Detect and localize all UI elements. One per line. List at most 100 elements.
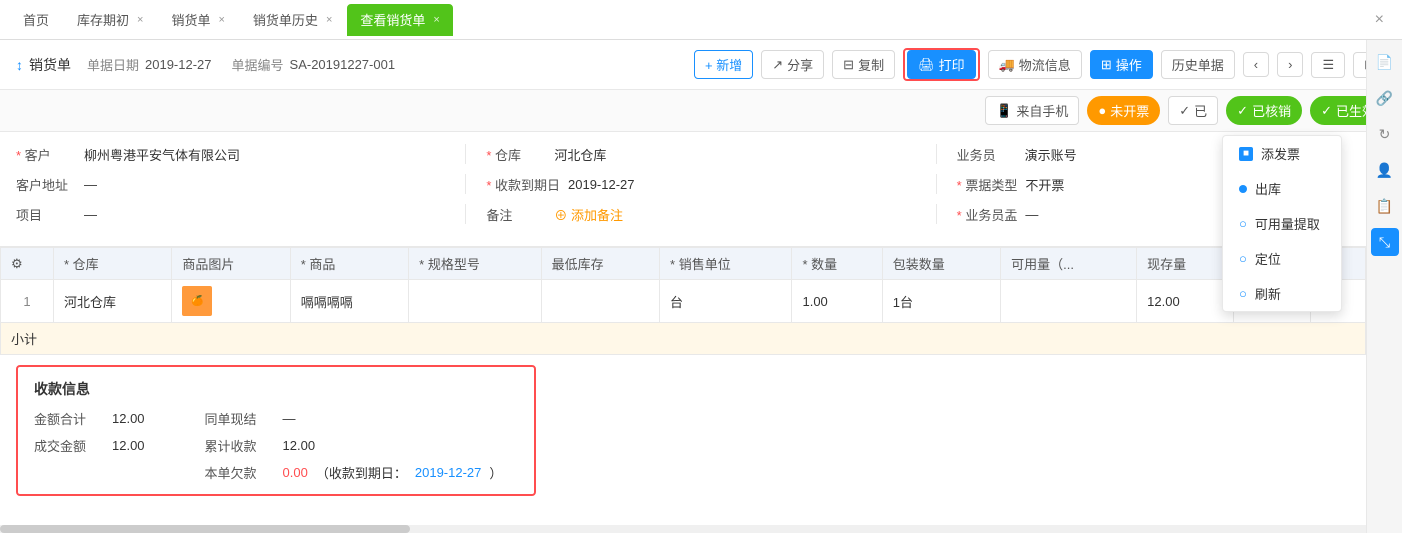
doc-header: ↕ 销货单 单据日期 2019-12-27 单据编号 SA-20191227-0… bbox=[0, 40, 1402, 90]
share-icon: ↗ bbox=[772, 57, 783, 73]
divider-5 bbox=[465, 204, 466, 224]
amount-total-item: 金额合计 12.00 bbox=[34, 409, 145, 428]
tab-sales-history-close[interactable]: × bbox=[326, 14, 332, 26]
remark-field: 备注 ⊕ 添加备注 bbox=[486, 205, 915, 224]
tab-view-sales[interactable]: 查看销货单 × bbox=[347, 4, 452, 36]
td-current: 12.00 bbox=[1137, 280, 1234, 323]
from-phone-label: 来自手机 bbox=[1016, 101, 1068, 120]
dropdown-add-invoice[interactable]: ■ 添发票 bbox=[1223, 136, 1341, 171]
tab-inventory-label: 库存期初 bbox=[77, 10, 129, 29]
th-qty: * 数量 bbox=[792, 248, 882, 280]
dropdown-refresh[interactable]: ○ 刷新 bbox=[1223, 276, 1341, 311]
refresh-label: 刷新 bbox=[1255, 284, 1281, 303]
tab-inventory-close[interactable]: × bbox=[137, 14, 143, 26]
effective-icon: ✓ bbox=[1321, 103, 1332, 119]
tab-bar: 首页 库存期初 × 销货单 × 销货单历史 × 查看销货单 × × bbox=[0, 0, 1402, 40]
sidebar-icon-4[interactable]: 👤 bbox=[1371, 156, 1399, 184]
dropdown-menu: ■ 添发票 出库 ○ 可用量提取 ○ 定位 ○ 刷新 bbox=[1222, 135, 1342, 312]
from-phone-button[interactable]: 📱 来自手机 bbox=[985, 96, 1079, 125]
sidebar-icon-1[interactable]: 📄 bbox=[1371, 48, 1399, 76]
td-pack-qty: 1台 bbox=[882, 280, 1000, 323]
th-spec: * 规格型号 bbox=[409, 248, 541, 280]
address-label: 客户地址 bbox=[16, 175, 76, 194]
project-label: 项目 bbox=[16, 205, 76, 224]
tab-sales[interactable]: 销货单 × bbox=[158, 4, 237, 36]
doc-actions: + 新增 ↗ 分享 ⊟ 复制 🖨 打印 🚚 bbox=[694, 48, 1386, 81]
dropdown-locate[interactable]: ○ 定位 bbox=[1223, 241, 1341, 276]
cancelled-button[interactable]: ✓ 已核销 bbox=[1226, 96, 1302, 125]
salesperson-value: 演示账号 bbox=[1025, 145, 1077, 164]
not-open-button[interactable]: ● 未开票 bbox=[1087, 96, 1160, 125]
doc-number-value: SA-20191227-001 bbox=[290, 57, 396, 72]
doc-title-text: 销货单 bbox=[29, 55, 71, 75]
not-open-label: 未开票 bbox=[1110, 101, 1149, 120]
dropdown-outbound[interactable]: 出库 bbox=[1223, 171, 1341, 206]
print-label: 打印 bbox=[939, 55, 965, 74]
print-icon: 🖨 bbox=[918, 57, 935, 73]
history-button[interactable]: 历史单据 bbox=[1161, 50, 1235, 79]
tab-inventory[interactable]: 库存期初 × bbox=[64, 4, 156, 36]
dropdown-available-qty[interactable]: ○ 可用量提取 bbox=[1223, 206, 1341, 241]
sidebar-icon-2[interactable]: 🔗 bbox=[1371, 84, 1399, 112]
td-unit: 台 bbox=[660, 280, 792, 323]
bottom-section: 收款信息 金额合计 12.00 成交金额 12.00 bbox=[0, 355, 1402, 496]
tab-sales-history[interactable]: 销货单历史 × bbox=[240, 4, 345, 36]
payment-info-title: 收款信息 bbox=[34, 379, 518, 399]
salesperson-label: 业务员 bbox=[957, 145, 1017, 164]
form-row-2: 客户地址 — 收款到期日 2019-12-27 票据类型 不开票 bbox=[16, 174, 1386, 194]
invoice-icon: ■ bbox=[1239, 147, 1253, 161]
transaction-item: 成交金额 12.00 bbox=[34, 436, 145, 455]
owed-item: 本单欠款 0.00 （收款到期日： 2019-12-27 ） bbox=[205, 463, 503, 482]
check-button[interactable]: ✓ 已 bbox=[1168, 96, 1218, 125]
sidebar-icon-6[interactable]: ⤡ bbox=[1371, 228, 1399, 256]
same-order-value: — bbox=[283, 411, 296, 426]
address-field: 客户地址 — bbox=[16, 175, 445, 194]
cumulative-value: 12.00 bbox=[283, 438, 316, 453]
due-date-label: 收款到期日 bbox=[486, 175, 560, 194]
tab-sales-history-label: 销货单历史 bbox=[253, 10, 318, 29]
main-area: ↕ 销货单 单据日期 2019-12-27 单据编号 SA-20191227-0… bbox=[0, 40, 1402, 533]
truck-icon: 🚚 bbox=[999, 57, 1015, 73]
add-remark-button[interactable]: ⊕ 添加备注 bbox=[554, 205, 623, 224]
copy-button[interactable]: ⊟ 复制 bbox=[832, 50, 895, 79]
action-bar: 📱 来自手机 ● 未开票 ✓ 已 ✓ 已核销 ✓ 已生效 bbox=[0, 90, 1402, 132]
tab-view-sales-close[interactable]: × bbox=[433, 14, 439, 26]
print-button[interactable]: 🖨 打印 bbox=[907, 50, 976, 79]
salesperson2-label: 业务员盂 bbox=[957, 205, 1018, 224]
next-button[interactable]: › bbox=[1277, 52, 1303, 77]
copy-icon: ⊟ bbox=[843, 57, 854, 73]
salesperson2-value: — bbox=[1025, 207, 1038, 222]
table-header-row: ⚙ * 仓库 商品图片 * 商品 * 规格型号 最低库存 * 销售单位 * 数量… bbox=[1, 248, 1366, 280]
owed-value: 0.00 bbox=[283, 465, 308, 480]
sidebar-icon-3[interactable]: ↻ bbox=[1371, 120, 1399, 148]
customer-label: 客户 bbox=[16, 145, 76, 164]
tab-home[interactable]: 首页 bbox=[10, 4, 62, 36]
view-list-button[interactable]: ☰ bbox=[1311, 52, 1345, 78]
td-qty: 1.00 bbox=[792, 280, 882, 323]
operate-label: 操作 bbox=[1116, 55, 1142, 74]
tab-sales-close[interactable]: × bbox=[218, 14, 224, 26]
add-button[interactable]: + 新增 bbox=[694, 50, 753, 79]
logistics-button[interactable]: 🚚 物流信息 bbox=[988, 50, 1082, 79]
payment-info-highlight: 收款信息 金额合计 12.00 成交金额 12.00 bbox=[16, 365, 536, 496]
prev-button[interactable]: ‹ bbox=[1243, 52, 1269, 77]
subtotal-label: 小计 bbox=[1, 323, 1366, 355]
cancelled-label: 已核销 bbox=[1252, 101, 1291, 120]
available-qty-label: 可用量提取 bbox=[1255, 214, 1320, 233]
divider-6 bbox=[936, 204, 937, 224]
share-button[interactable]: ↗ 分享 bbox=[761, 50, 824, 79]
tab-view-sales-label: 查看销货单 bbox=[360, 10, 425, 29]
window-close-button[interactable]: × bbox=[1367, 7, 1392, 33]
sidebar-icon-5[interactable]: 📋 bbox=[1371, 192, 1399, 220]
warehouse-label: 仓库 bbox=[486, 145, 546, 164]
operate-button[interactable]: ⊞ 操作 bbox=[1090, 50, 1153, 79]
th-gear: ⚙ bbox=[1, 248, 54, 280]
grid-icon: ⊞ bbox=[1101, 57, 1112, 73]
logistics-label: 物流信息 bbox=[1019, 55, 1071, 74]
outbound-label: 出库 bbox=[1255, 179, 1281, 198]
cumulative-item: 累计收款 12.00 bbox=[205, 436, 503, 455]
td-warehouse: 河北仓库 bbox=[53, 280, 171, 323]
info-col-right: 同单现结 — 累计收款 12.00 本单欠款 0.00 （收款到期日： 2019… bbox=[205, 409, 503, 482]
th-current: 现存量 bbox=[1137, 248, 1234, 280]
ticket-type-label: 票据类型 bbox=[957, 175, 1018, 194]
